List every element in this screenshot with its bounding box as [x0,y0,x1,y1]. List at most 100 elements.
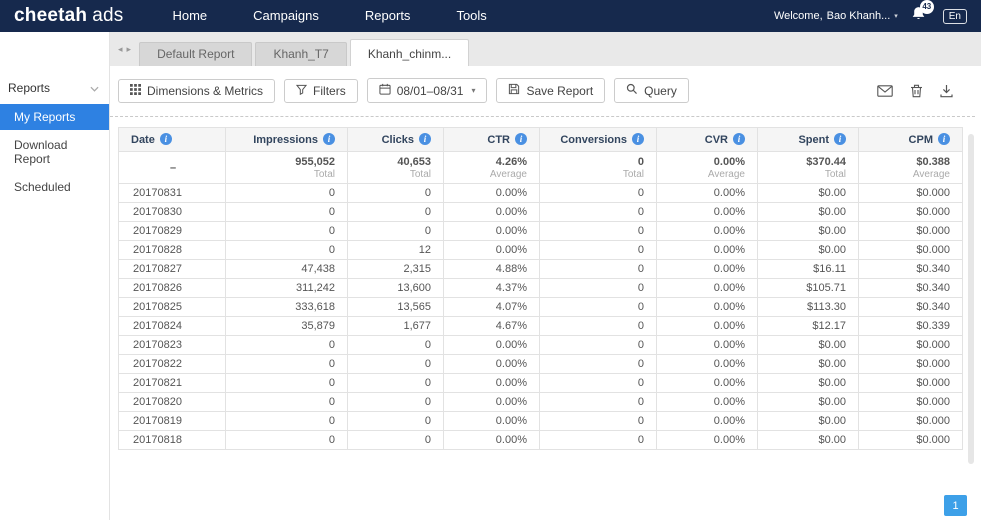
totals-cell: 0.00% Average [656,151,758,184]
save-report-button[interactable]: Save Report [496,78,606,103]
data-cell: $0.00 [757,354,859,374]
date-cell: 20170825 [118,297,226,317]
chevron-down-icon: ▾ [894,13,898,20]
column-header-date[interactable]: Date i [118,127,226,152]
date-range-button[interactable]: 08/01–08/31 ▾ [366,78,488,103]
sidebar-item-download-report[interactable]: Download Report [0,132,109,172]
data-cell: 0 [347,354,444,374]
data-cell: 0.00% [443,411,540,431]
column-header-ctr[interactable]: CTR i [443,127,540,152]
data-cell: $0.000 [858,335,963,355]
sidebar-section-reports[interactable]: Reports [0,74,109,102]
data-cell: 0.00% [656,240,758,260]
data-cell: $0.000 [858,354,963,374]
table-row: 20170830 0 0 0.00% 0 0.00% $0.00 $0.000 [118,202,963,222]
column-header-clicks[interactable]: Clicks i [347,127,444,152]
column-header-impressions[interactable]: Impressions i [225,127,348,152]
chevron-down-icon: ▾ [471,86,476,95]
info-icon[interactable]: i [159,133,172,145]
data-cell: 0 [539,373,657,393]
table-body: –955,052 Total 40,653 Total 4.26% Average 0 Tot… [118,151,963,450]
data-cell: 0.00% [656,373,758,393]
user-menu[interactable]: Welcome, Bao Khanh... ▾ [774,10,898,22]
info-icon[interactable]: i [733,133,745,145]
info-icon[interactable]: i [323,133,335,145]
column-header-spent[interactable]: Spent i [757,127,859,152]
data-cell: 0 [539,411,657,431]
date-cell: 20170830 [118,202,226,222]
delete-report-button[interactable] [910,84,923,98]
data-cell: 0.00% [656,335,758,355]
info-icon[interactable]: i [515,133,527,145]
date-cell: 20170831 [118,183,226,203]
data-cell: 0.00% [656,202,758,222]
vertical-scrollbar[interactable] [968,134,974,464]
data-cell: 0 [347,392,444,412]
totals-value: 0.00% [713,156,745,168]
data-cell: 0.00% [656,278,758,298]
info-icon[interactable]: i [938,133,950,145]
data-cell: 0 [539,202,657,222]
nav-item-reports[interactable]: Reports [342,0,434,32]
notifications-button[interactable]: 43 [911,0,934,26]
download-report-button[interactable] [940,84,953,98]
data-cell: $0.000 [858,373,963,393]
data-cell: 0 [539,430,657,450]
data-cell: 1,677 [347,316,444,336]
data-cell: 0 [225,240,348,260]
sidebar-item-scheduled[interactable]: Scheduled [0,174,109,200]
tab-scroll-left-icon[interactable]: ◂ [118,44,123,55]
nav-item-tools[interactable]: Tools [433,0,509,32]
data-cell: $0.000 [858,392,963,412]
data-cell: 0 [347,411,444,431]
data-cell: 0.00% [443,240,540,260]
nav-item-campaigns[interactable]: Campaigns [230,0,342,32]
data-cell: 311,242 [225,278,348,298]
date-cell: 20170822 [118,354,226,374]
data-cell: 0.00% [443,221,540,241]
table-row: 20170828 0 12 0.00% 0 0.00% $0.00 $0.000 [118,240,963,260]
data-cell: $0.00 [757,335,859,355]
query-button[interactable]: Query [614,78,689,103]
tab-khanh-t7[interactable]: Khanh_T7 [255,42,347,66]
email-report-button[interactable] [877,84,893,97]
column-header-conversions[interactable]: Conversions i [539,127,657,152]
tab-scroll-right-icon[interactable]: ▸ [127,44,132,55]
data-cell: 4.88% [443,259,540,279]
brand-light: ads [92,5,124,26]
tab-default-report[interactable]: Default Report [139,42,253,66]
page-body: Reports My Reports Download Report Sched… [0,32,981,520]
totals-cell: 4.26% Average [443,151,540,184]
info-icon[interactable]: i [632,133,644,145]
column-header-cvr[interactable]: CVR i [656,127,758,152]
data-cell: $0.00 [757,430,859,450]
filters-button[interactable]: Filters [284,78,358,103]
tab-khanh-chinm[interactable]: Khanh_chinm... [349,39,470,66]
date-cell: 20170828 [118,240,226,260]
totals-cell: $370.44 Total [757,151,859,184]
page-button-1[interactable]: 1 [944,495,967,516]
totals-sublabel: Total [622,169,644,180]
data-cell: $0.00 [757,373,859,393]
info-icon[interactable]: i [834,133,846,145]
dimensions-metrics-button[interactable]: Dimensions & Metrics [118,78,276,103]
info-icon[interactable]: i [419,133,431,145]
sidebar-item-my-reports[interactable]: My Reports [0,104,109,130]
nav-item-home[interactable]: Home [149,0,230,32]
language-selector[interactable]: En [942,8,967,24]
save-icon [508,83,520,98]
column-label: CVR [704,134,728,146]
column-label: Conversions [560,134,627,146]
data-cell: 2,315 [347,259,444,279]
brand-logo[interactable]: cheetah ads [0,5,149,27]
data-cell: 0.00% [443,392,540,412]
totals-cell: 0 Total [539,151,657,184]
brand-bold: cheetah [14,5,88,26]
data-cell: 0 [225,202,348,222]
search-icon [626,83,638,98]
app-window: cheetah ads Home Campaigns Reports Tools … [0,0,981,520]
column-header-cpm[interactable]: CPM i [858,127,963,152]
date-cell: 20170824 [118,316,226,336]
data-cell: $12.17 [757,316,859,336]
totals-cell: 40,653 Total [347,151,444,184]
